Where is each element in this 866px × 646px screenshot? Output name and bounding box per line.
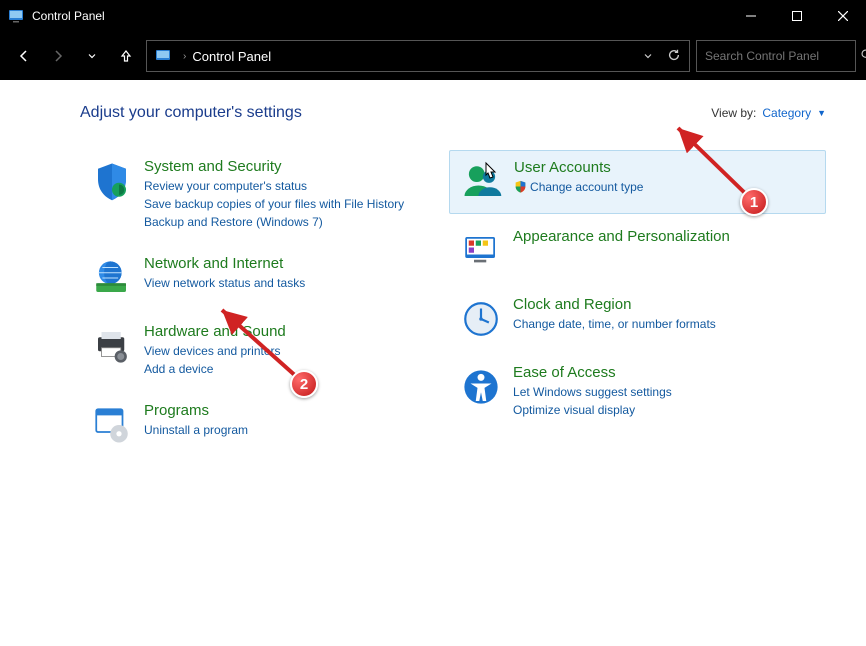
refresh-button[interactable] xyxy=(667,48,681,65)
category-ease-of-access[interactable]: Ease of Access Let Windows suggest setti… xyxy=(449,356,826,429)
category-title[interactable]: System and Security xyxy=(144,158,427,175)
category-link[interactable]: Backup and Restore (Windows 7) xyxy=(144,213,427,231)
content-area: Adjust your computer's settings View by:… xyxy=(0,80,866,646)
accessibility-icon xyxy=(457,364,505,419)
category-link[interactable]: Save backup copies of your files with Fi… xyxy=(144,195,427,213)
category-link[interactable]: View network status and tasks xyxy=(144,274,427,292)
view-by-label: View by: xyxy=(711,106,756,120)
programs-icon xyxy=(88,402,136,446)
breadcrumb[interactable]: Control Panel xyxy=(192,49,271,64)
annotation-badge-1: 1 xyxy=(740,188,768,216)
category-link[interactable]: Change account type xyxy=(514,178,813,196)
category-title[interactable]: Programs xyxy=(144,402,427,419)
back-button[interactable] xyxy=(10,42,38,70)
titlebar: Control Panel xyxy=(0,0,866,32)
right-column: User Accounts Change account type xyxy=(449,150,826,462)
view-by-control[interactable]: View by: Category ▼ xyxy=(711,106,826,120)
recent-dropdown-button[interactable] xyxy=(78,42,106,70)
globe-icon xyxy=(88,255,136,299)
chevron-right-icon: › xyxy=(183,51,186,62)
appearance-icon xyxy=(457,228,505,272)
category-hardware-sound[interactable]: Hardware and Sound View devices and prin… xyxy=(80,315,439,388)
forward-button[interactable] xyxy=(44,42,72,70)
category-title[interactable]: Network and Internet xyxy=(144,255,427,272)
page-heading: Adjust your computer's settings xyxy=(80,104,711,122)
search-input[interactable] xyxy=(705,49,860,63)
category-link[interactable]: Review your computer's status xyxy=(144,177,427,195)
shield-icon xyxy=(88,158,136,231)
category-system-security[interactable]: System and Security Review your computer… xyxy=(80,150,439,241)
category-link[interactable]: Add a device xyxy=(144,360,427,378)
view-by-value[interactable]: Category xyxy=(762,106,811,120)
category-title[interactable]: Clock and Region xyxy=(513,296,814,313)
control-panel-icon xyxy=(155,48,171,64)
chevron-down-icon: ▼ xyxy=(817,108,826,118)
category-link[interactable]: View devices and printers xyxy=(144,342,427,360)
category-clock-region[interactable]: Clock and Region Change date, time, or n… xyxy=(449,288,826,350)
address-dropdown-icon[interactable] xyxy=(643,49,653,64)
category-programs[interactable]: Programs Uninstall a program xyxy=(80,394,439,456)
category-network-internet[interactable]: Network and Internet View network status… xyxy=(80,247,439,309)
printer-icon xyxy=(88,323,136,378)
category-appearance-personalization[interactable]: Appearance and Personalization xyxy=(449,220,826,282)
close-button[interactable] xyxy=(820,0,866,32)
search-bar[interactable] xyxy=(696,40,856,72)
maximize-button[interactable] xyxy=(774,0,820,32)
search-icon[interactable] xyxy=(860,48,866,64)
category-title[interactable]: Appearance and Personalization xyxy=(513,228,814,245)
category-user-accounts[interactable]: User Accounts Change account type xyxy=(449,150,826,214)
category-link[interactable]: Change date, time, or number formats xyxy=(513,315,814,333)
category-title[interactable]: Ease of Access xyxy=(513,364,814,381)
minimize-button[interactable] xyxy=(728,0,774,32)
category-link[interactable]: Let Windows suggest settings xyxy=(513,383,814,401)
address-bar[interactable]: › Control Panel xyxy=(146,40,690,72)
category-title[interactable]: User Accounts xyxy=(514,159,813,176)
uac-shield-icon xyxy=(514,180,527,193)
category-link[interactable]: Uninstall a program xyxy=(144,421,427,439)
user-accounts-icon xyxy=(458,159,506,203)
category-title[interactable]: Hardware and Sound xyxy=(144,323,427,340)
annotation-badge-2: 2 xyxy=(290,370,318,398)
control-panel-icon xyxy=(8,8,24,24)
left-column: System and Security Review your computer… xyxy=(80,150,439,462)
clock-icon xyxy=(457,296,505,340)
navbar: › Control Panel xyxy=(0,32,866,80)
up-button[interactable] xyxy=(112,42,140,70)
category-link[interactable]: Optimize visual display xyxy=(513,401,814,419)
window-title: Control Panel xyxy=(32,9,105,23)
